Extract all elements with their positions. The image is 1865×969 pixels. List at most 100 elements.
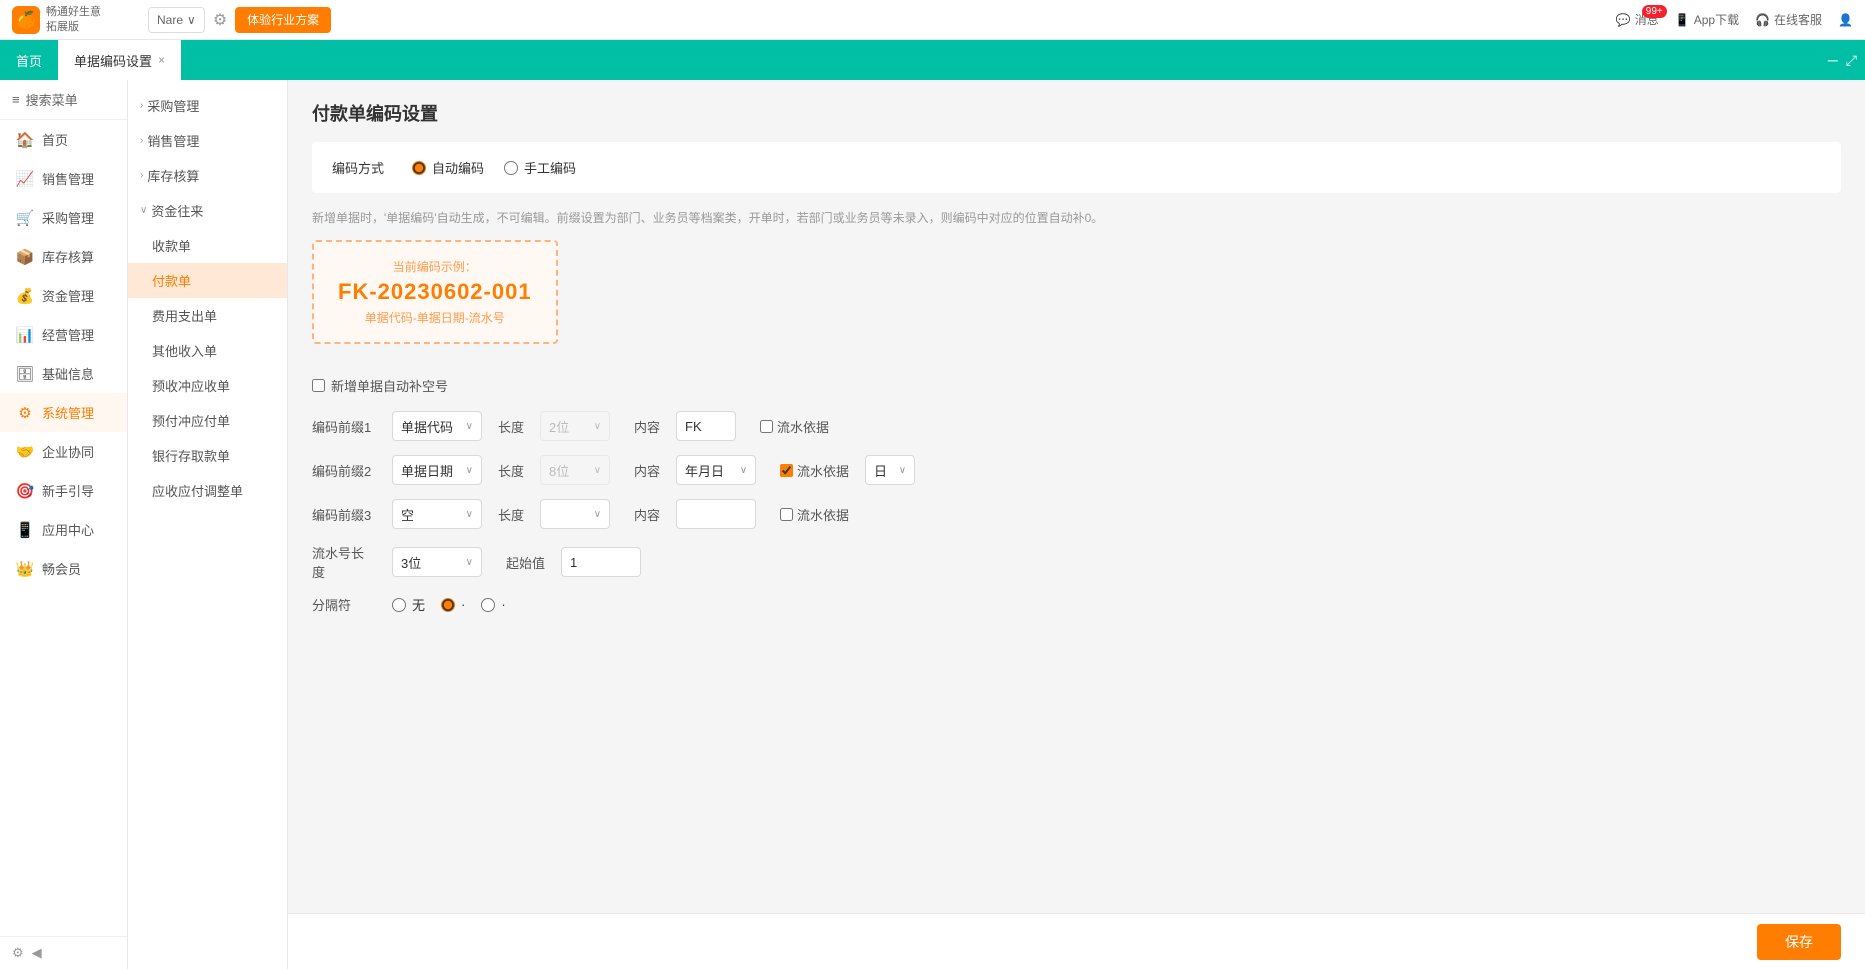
sep-dash-radio[interactable]	[441, 598, 455, 612]
message-icon: 💬	[1616, 13, 1631, 27]
left-sidebar: ≡ 搜索菜单 🏠 首页 📈 销售管理 🛒 采购管理 📦 库存核算 💰 资金管理 …	[0, 80, 128, 969]
sec-group-inventory-header[interactable]: › 库存核算	[128, 158, 287, 193]
sidebar-item-sales[interactable]: 📈 销售管理	[0, 159, 127, 198]
tab-minimize-icon[interactable]: ─	[1828, 52, 1838, 68]
content2-label: 内容	[634, 461, 660, 480]
sec-nav-other-income[interactable]: 其他收入单	[128, 333, 287, 368]
sidebar-item-finance[interactable]: 💰 资金管理	[0, 276, 127, 315]
sec-group-funds-header[interactable]: ∨ 资金往来	[128, 193, 287, 228]
sep-dash2-radio[interactable]	[481, 598, 495, 612]
tab-bar-right: ─ ⤢	[1828, 40, 1865, 80]
sidebar-item-purchase[interactable]: 🛒 采购管理	[0, 198, 127, 237]
sec-nav-expense[interactable]: 费用支出单	[128, 298, 287, 333]
trial-button[interactable]: 体验行业方案	[235, 7, 331, 33]
length1-arrow-icon: ∨	[594, 421, 601, 432]
content3-label: 内容	[634, 505, 660, 524]
tab-home[interactable]: 首页	[0, 40, 58, 80]
separator-row: 分隔符 无 · ·	[312, 595, 1841, 614]
user-menu[interactable]: 👤	[1838, 13, 1853, 27]
serial1-checkbox[interactable]	[760, 420, 773, 433]
content1-label: 内容	[634, 417, 660, 436]
sidebar-item-basic[interactable]: 🗄 基础信息	[0, 354, 127, 393]
content2-select[interactable]: 年月日 ∨	[676, 455, 756, 485]
tab-current[interactable]: 单据编码设置 ×	[58, 40, 181, 80]
sep-none-label[interactable]: 无	[392, 595, 425, 614]
company-select[interactable]: Nare ∨	[148, 7, 205, 33]
sep-dash-label[interactable]: ·	[441, 597, 465, 612]
auto-fill-checkbox[interactable]	[312, 379, 325, 392]
sep-none-radio[interactable]	[392, 598, 406, 612]
settings-icon[interactable]: ⚙	[213, 10, 227, 30]
service-icon: 🎧	[1755, 13, 1770, 27]
sidebar-item-guide[interactable]: 🎯 新手引导	[0, 471, 127, 510]
preview-desc: 单据代码-单据日期-流水号	[338, 309, 532, 326]
sidebar-item-operations[interactable]: 📊 经营管理	[0, 315, 127, 354]
separator-label: 分隔符	[312, 595, 376, 614]
collapse-icon[interactable]: ◀	[32, 945, 42, 961]
sec-group-sales: › 销售管理	[128, 123, 287, 158]
chevron-right-icon: ›	[140, 135, 143, 146]
code-method-label: 编码方式	[332, 158, 384, 177]
save-button[interactable]: 保存	[1757, 924, 1841, 960]
download-icon: 📱	[1675, 13, 1690, 27]
settings-bottom-icon[interactable]: ⚙	[12, 945, 24, 961]
prefix1-select[interactable]: 单据代码 ∨	[392, 411, 482, 441]
tab-expand-icon[interactable]: ⤢	[1846, 52, 1857, 69]
sec-group-sales-header[interactable]: › 销售管理	[128, 123, 287, 158]
online-service-button[interactable]: 🎧 在线客服	[1755, 11, 1822, 28]
length3-select[interactable]: ∨	[540, 499, 610, 529]
sec-nav-advance-receivable[interactable]: 预收冲应收单	[128, 368, 287, 403]
sec-nav-payment[interactable]: 付款单	[128, 263, 287, 298]
guide-icon: 🎯	[16, 482, 34, 500]
sidebar-item-inventory[interactable]: 📦 库存核算	[0, 237, 127, 276]
prefix3-select[interactable]: 空 ∨	[392, 499, 482, 529]
sep-dash2-label[interactable]: ·	[481, 597, 505, 612]
bottom-bar: 保存	[288, 913, 1865, 969]
sec-nav-adjust[interactable]: 应收应付调整单	[128, 473, 287, 508]
sidebar-item-enterprise[interactable]: 🤝 企业协同	[0, 432, 127, 471]
start-value-label: 起始值	[506, 553, 545, 572]
content-inner: 付款单编码设置 编码方式 自动编码 手工编码 新增单据时，'单据编	[288, 80, 1865, 913]
serial3-check: 流水依据	[780, 505, 849, 524]
message-badge: 99+	[1642, 5, 1667, 18]
prefix2-row: 编码前缀2 单据日期 ∨ 长度 8位 ∨ 内容 年月日 ∨ 流水依据	[312, 455, 1841, 485]
sidebar-item-home[interactable]: 🏠 首页	[0, 120, 127, 159]
main-layout: ≡ 搜索菜单 🏠 首页 📈 销售管理 🛒 采购管理 📦 库存核算 💰 资金管理 …	[0, 80, 1865, 969]
sec-group-purchase-header[interactable]: › 采购管理	[128, 88, 287, 123]
system-icon: ⚙	[16, 404, 34, 422]
sidebar-item-system[interactable]: ⚙ 系统管理	[0, 393, 127, 432]
prefix3-arrow-icon: ∨	[466, 509, 473, 520]
sec-nav-bank-deposit[interactable]: 银行存取款单	[128, 438, 287, 473]
tab-close-icon[interactable]: ×	[158, 53, 165, 67]
search-icon: ≡	[12, 92, 20, 107]
serial2-checkbox[interactable]	[780, 464, 793, 477]
search-menu[interactable]: ≡ 搜索菜单	[0, 80, 127, 120]
sec-nav-advance-payable[interactable]: 预付冲应付单	[128, 403, 287, 438]
manual-code-radio-label[interactable]: 手工编码	[504, 158, 576, 177]
message-button[interactable]: 💬 消息 99+	[1616, 11, 1659, 28]
code-method-section: 编码方式 自动编码 手工编码	[312, 142, 1841, 193]
prefix1-label: 编码前缀1	[312, 417, 376, 436]
chevron-down-icon: ∨	[140, 205, 147, 216]
prefix3-label: 编码前缀3	[312, 505, 376, 524]
member-icon: 👑	[16, 560, 34, 578]
sidebar-item-apps[interactable]: 📱 应用中心	[0, 510, 127, 549]
chevron-right-icon: ›	[140, 100, 143, 111]
preview-code: FK-20230602-001	[338, 279, 532, 305]
sidebar-bottom: ⚙ ◀	[0, 936, 127, 969]
sec-nav-receipt[interactable]: 收款单	[128, 228, 287, 263]
auto-code-radio-label[interactable]: 自动编码	[412, 158, 484, 177]
manual-code-radio[interactable]	[504, 161, 518, 175]
serial3-checkbox[interactable]	[780, 508, 793, 521]
operations-icon: 📊	[16, 326, 34, 344]
serial-length-arrow-icon: ∨	[466, 557, 473, 568]
top-header: 🍊 畅通好生意 拓展版 Nare ∨ ⚙ 体验行业方案 💬 消息 99+ 📱 A…	[0, 0, 1865, 40]
sec-group-purchase: › 采购管理	[128, 88, 287, 123]
app-download-button[interactable]: 📱 App下载	[1675, 11, 1739, 28]
auto-code-radio[interactable]	[412, 161, 426, 175]
sidebar-item-member[interactable]: 👑 畅会员	[0, 549, 127, 588]
prefix2-select[interactable]: 单据日期 ∨	[392, 455, 482, 485]
serial2-unit-select[interactable]: 日 ∨	[865, 455, 915, 485]
serial-length-select[interactable]: 3位 ∨	[392, 547, 482, 577]
start-value-input[interactable]: 1	[561, 547, 641, 577]
